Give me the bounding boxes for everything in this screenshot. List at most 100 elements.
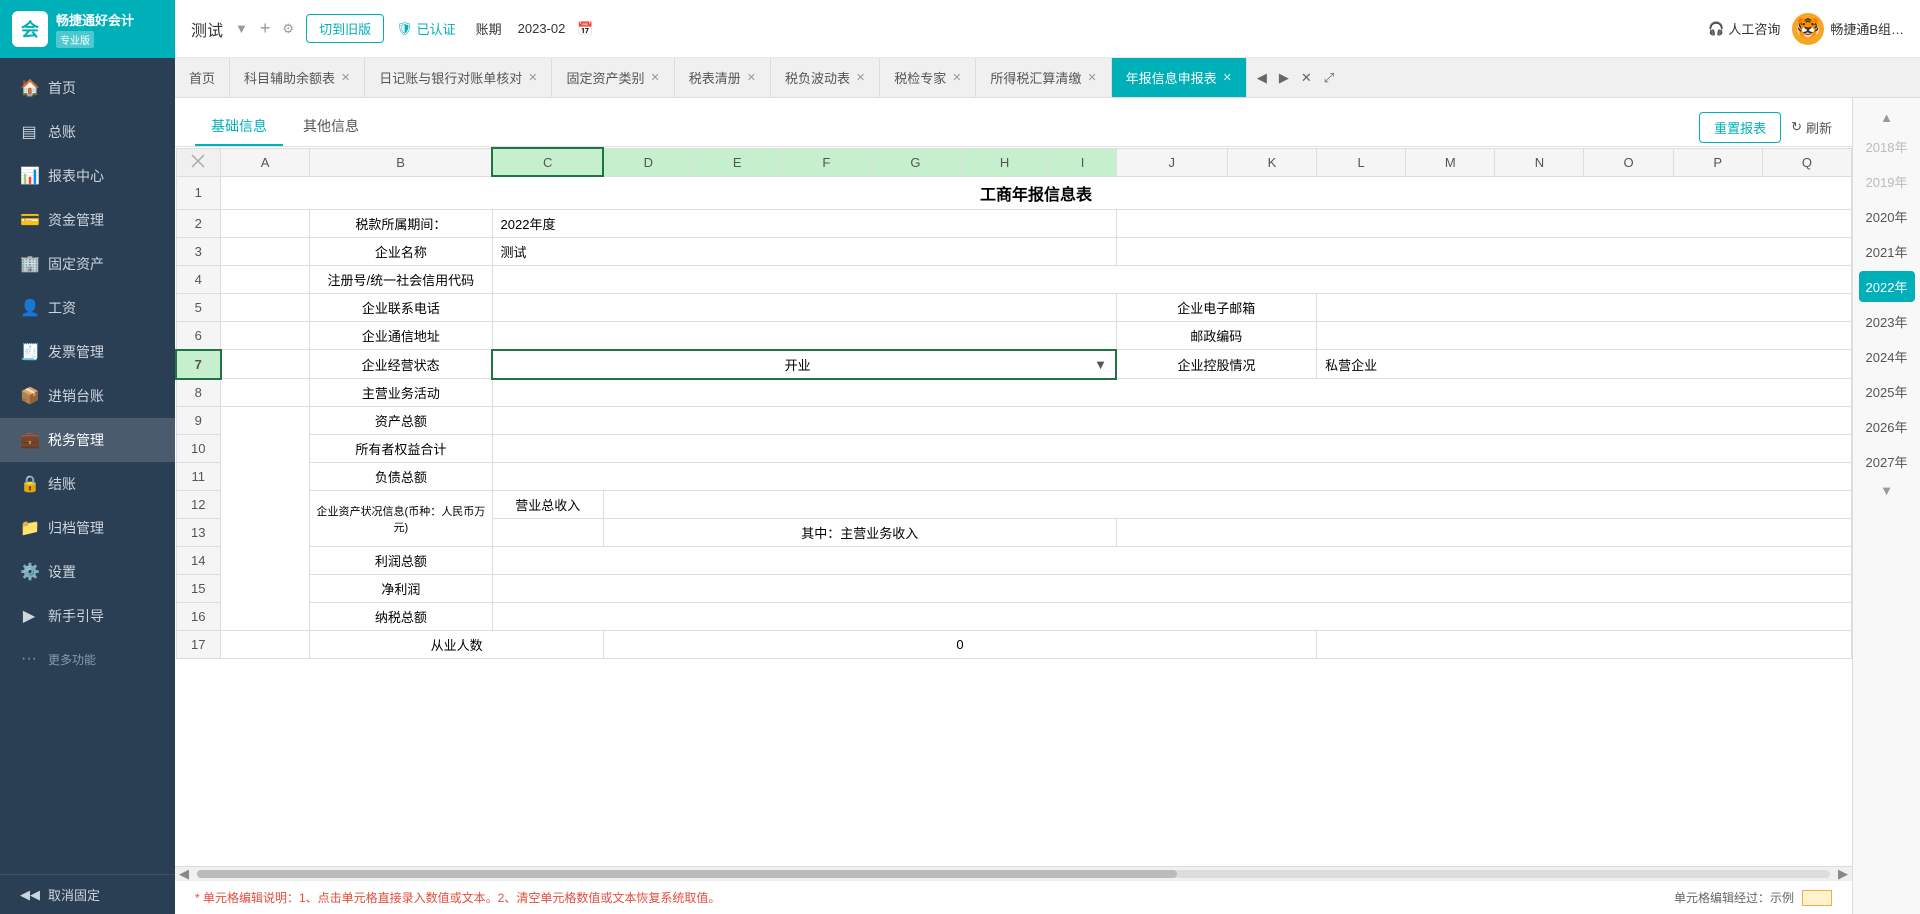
col-header-h[interactable]: H <box>960 148 1049 176</box>
tab-home[interactable]: 首页 <box>175 58 230 97</box>
sidebar-item-archive[interactable]: 📁 归档管理 <box>0 506 175 550</box>
cell-9-b[interactable]: 资产总额 <box>310 407 492 435</box>
col-header-f[interactable]: F <box>782 148 871 176</box>
cell-10-c[interactable] <box>492 435 1851 463</box>
year-item-2025[interactable]: 2025年 <box>1859 376 1915 407</box>
cell-3-b[interactable]: 企业名称 <box>310 238 492 266</box>
tab-income-tax-close[interactable]: ✕ <box>1087 71 1096 84</box>
tabs-fullscreen-button[interactable]: ⤢ <box>1320 68 1338 88</box>
sidebar-item-funds[interactable]: 💳 资金管理 <box>0 198 175 242</box>
settings-button[interactable]: ⚙ <box>282 21 294 37</box>
cell-5-j[interactable]: 企业电子邮箱 <box>1116 294 1317 322</box>
col-header-k[interactable]: K <box>1227 148 1316 176</box>
cell-6-a[interactable] <box>221 322 310 350</box>
cell-16-c[interactable] <box>492 603 1851 631</box>
add-button[interactable]: + <box>260 18 271 39</box>
sidebar-item-tax[interactable]: 💼 税务管理 <box>0 418 175 462</box>
cell-7-dropdown[interactable]: 开业 ▼ <box>492 350 1116 379</box>
cell-8-a[interactable] <box>221 379 310 407</box>
year-item-2021[interactable]: 2021年 <box>1859 236 1915 267</box>
dropdown-arrow-icon[interactable]: ▼ <box>1094 357 1107 372</box>
cell-11-b[interactable]: 负债总额 <box>310 463 492 491</box>
tab-tax-expert[interactable]: 税检专家 ✕ <box>880 58 976 97</box>
tab-tax-fluctuation[interactable]: 税负波动表 ✕ <box>771 58 880 97</box>
cell-12-c[interactable]: 营业总收入 <box>492 491 603 519</box>
cell-6-l[interactable] <box>1317 322 1852 350</box>
sidebar-item-home[interactable]: 🏠 首页 <box>0 66 175 110</box>
tab-aux-balance-close[interactable]: ✕ <box>341 71 350 84</box>
title-dropdown-icon[interactable]: ▼ <box>235 21 248 36</box>
cell-17-d[interactable]: 0 <box>603 631 1316 659</box>
tabs-close-all-button[interactable]: ✕ <box>1297 68 1316 88</box>
tab-fixed-asset-type-close[interactable]: ✕ <box>651 71 660 84</box>
scroll-track[interactable] <box>197 870 1830 878</box>
cell-14-b[interactable]: 利润总额 <box>310 547 492 575</box>
cell-7-j[interactable]: 企业控股情况 <box>1116 350 1317 379</box>
sub-tab-basic[interactable]: 基础信息 <box>195 108 283 146</box>
col-header-c[interactable]: C <box>492 148 603 176</box>
cell-5-c[interactable] <box>492 294 1116 322</box>
cell-2-b[interactable]: 税款所属期间： <box>310 210 492 238</box>
col-header-n[interactable]: N <box>1495 148 1584 176</box>
cell-17-l[interactable] <box>1317 631 1852 659</box>
cell-7-a[interactable] <box>221 350 310 379</box>
col-header-b[interactable]: B <box>310 148 492 176</box>
sidebar-item-purchase-sales[interactable]: 📦 进销台账 <box>0 374 175 418</box>
sidebar-item-guide[interactable]: ▶ 新手引导 <box>0 594 175 638</box>
tab-tax-expert-close[interactable]: ✕ <box>952 71 961 84</box>
cell-5-l[interactable] <box>1317 294 1852 322</box>
cell-11-c[interactable] <box>492 463 1851 491</box>
cell-2-j[interactable] <box>1116 210 1852 238</box>
cell-4-a[interactable] <box>221 266 310 294</box>
cell-13-d[interactable]: 其中：主营业务收入 <box>603 519 1116 547</box>
col-header-a[interactable]: A <box>221 148 310 176</box>
tab-tax-list-close[interactable]: ✕ <box>747 71 756 84</box>
tabs-next-button[interactable]: ▶ <box>1275 68 1293 88</box>
year-item-2022[interactable]: 2022年 <box>1859 271 1915 302</box>
cell-3-c[interactable]: 测试 <box>492 238 1116 266</box>
cell-5-b[interactable]: 企业联系电话 <box>310 294 492 322</box>
tab-bank-reconcile-close[interactable]: ✕ <box>528 71 537 84</box>
cell-6-b[interactable]: 企业通信地址 <box>310 322 492 350</box>
horizontal-scrollbar[interactable]: ◀ ▶ <box>175 866 1852 880</box>
cell-9-c[interactable] <box>492 407 1851 435</box>
sidebar-item-close[interactable]: 🔒 结账 <box>0 462 175 506</box>
tab-tax-list[interactable]: 税表清册 ✕ <box>675 58 771 97</box>
cell-14-c[interactable] <box>492 547 1851 575</box>
cell-10-b[interactable]: 所有者权益合计 <box>310 435 492 463</box>
year-panel-down[interactable]: ▼ <box>1876 479 1897 502</box>
col-header-d[interactable]: D <box>603 148 692 176</box>
year-item-2027[interactable]: 2027年 <box>1859 446 1915 477</box>
title-cell[interactable]: 工商年报信息表 <box>221 176 1852 210</box>
sidebar-item-invoice[interactable]: 🧾 发票管理 <box>0 330 175 374</box>
spreadsheet-wrapper[interactable]: A B C D E F G H I J K L <box>175 147 1852 866</box>
year-item-2023[interactable]: 2023年 <box>1859 306 1915 337</box>
user-menu[interactable]: 🐯 畅捷通B组… <box>1792 13 1904 45</box>
year-item-2026[interactable]: 2026年 <box>1859 411 1915 442</box>
cell-7-l[interactable]: 私营企业 <box>1317 350 1852 379</box>
col-header-j[interactable]: J <box>1116 148 1227 176</box>
cell-15-b[interactable]: 净利润 <box>310 575 492 603</box>
cell-6-j[interactable]: 邮政编码 <box>1116 322 1317 350</box>
cell-15-c[interactable] <box>492 575 1851 603</box>
col-header-p[interactable]: P <box>1673 148 1762 176</box>
cell-17-b[interactable]: 从业人数 <box>310 631 604 659</box>
sidebar-item-fixed-assets[interactable]: 🏢 固定资产 <box>0 242 175 286</box>
sidebar-item-settings[interactable]: ⚙️ 设置 <box>0 550 175 594</box>
cell-17-a[interactable] <box>221 631 310 659</box>
switch-version-button[interactable]: 切到旧版 <box>306 14 384 43</box>
calendar-icon[interactable]: 📅 <box>577 21 593 37</box>
tab-bank-reconcile[interactable]: 日记账与银行对账单核对 ✕ <box>365 58 552 97</box>
reset-button[interactable]: 重置报表 <box>1699 112 1781 143</box>
year-item-2020[interactable]: 2020年 <box>1859 201 1915 232</box>
scroll-thumb[interactable] <box>197 870 1177 878</box>
col-header-m[interactable]: M <box>1406 148 1495 176</box>
cell-13-j[interactable] <box>1116 519 1852 547</box>
cell-2-c[interactable]: 2022年度 <box>492 210 1116 238</box>
sidebar-item-more[interactable]: ··· 更多功能 <box>0 638 175 680</box>
col-header-q[interactable]: Q <box>1762 148 1851 176</box>
sidebar-item-ledger[interactable]: ▤ 总账 <box>0 110 175 154</box>
cell-2-a[interactable] <box>221 210 310 238</box>
year-item-2019[interactable]: 2019年 <box>1859 166 1915 197</box>
cell-4-b[interactable]: 注册号/统一社会信用代码 <box>310 266 492 294</box>
